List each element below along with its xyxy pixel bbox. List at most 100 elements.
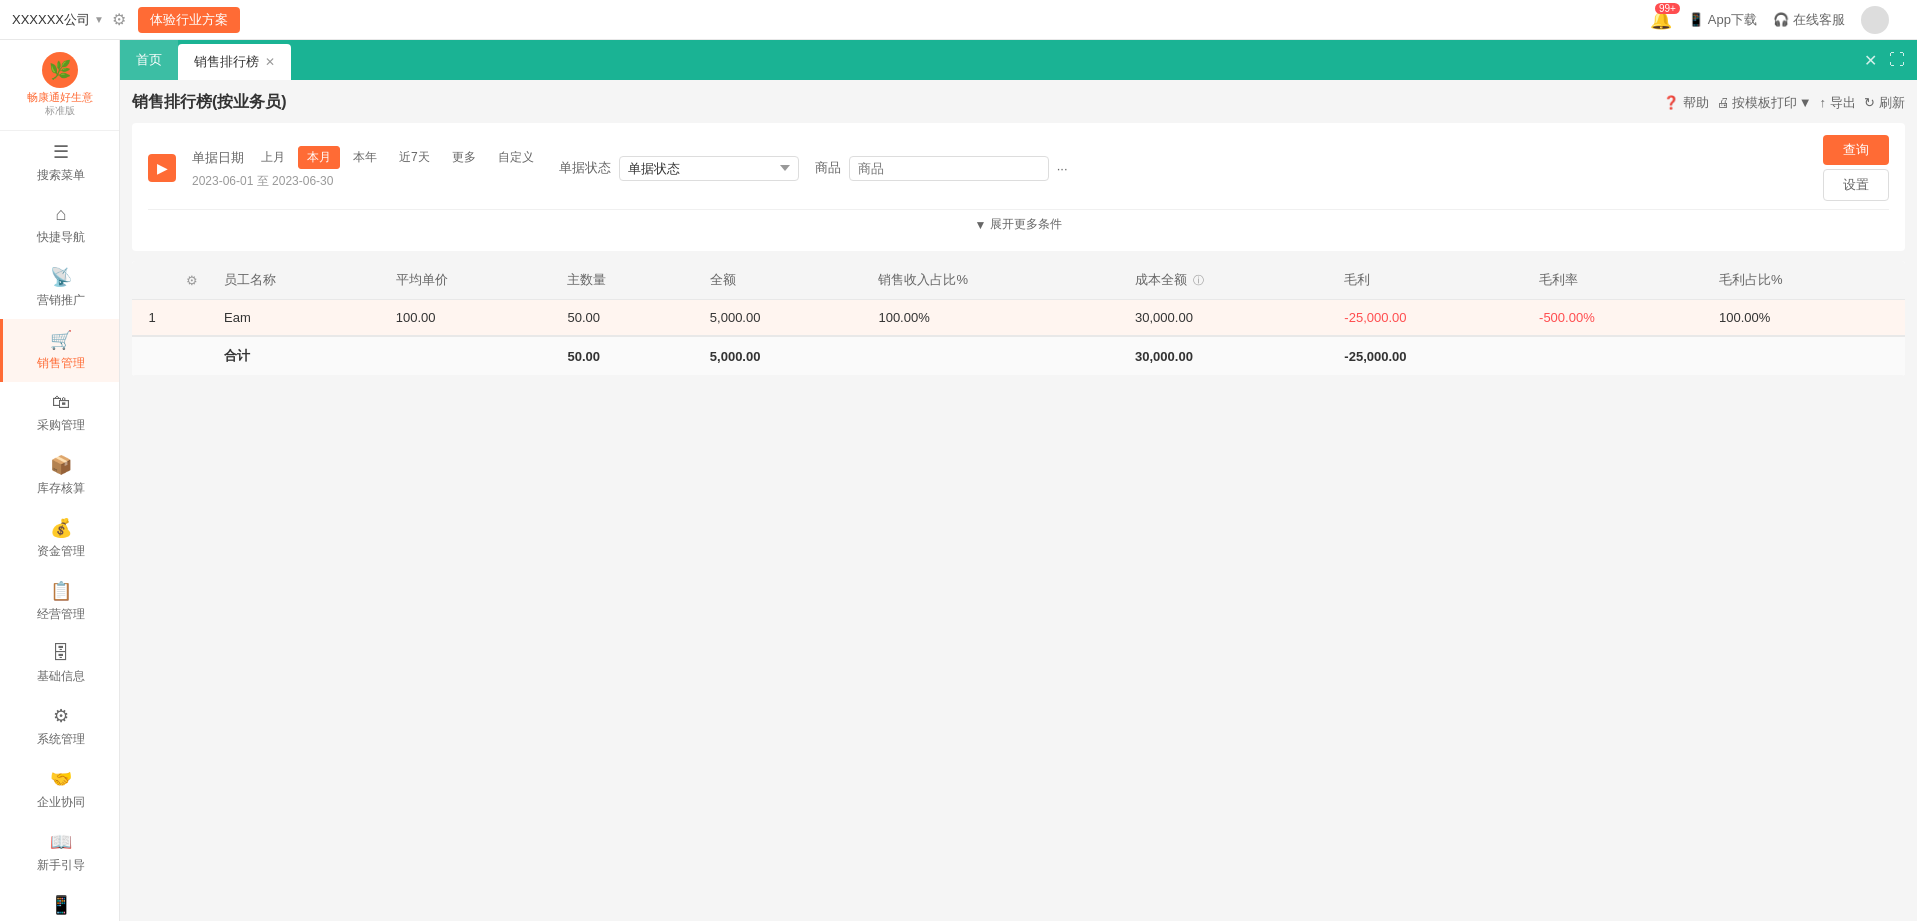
- action-btn-group: 查询 设置: [1823, 135, 1889, 201]
- settings-icon[interactable]: ⚙: [112, 10, 126, 29]
- company-selector[interactable]: XXXXXX公司 ▼: [12, 11, 104, 29]
- print-icon: 🖨: [1717, 95, 1730, 110]
- notification-area[interactable]: 🔔 99+: [1650, 9, 1672, 31]
- sidebar-item-finance[interactable]: 💰 资金管理: [0, 507, 119, 570]
- user-avatar[interactable]: [1861, 6, 1889, 34]
- sidebar-item-inventory[interactable]: 📦 库存核算: [0, 444, 119, 507]
- goods-filter-label: 商品: [815, 159, 841, 177]
- date-filter-label: 单据日期: [192, 149, 244, 167]
- col-settings[interactable]: ⚙: [172, 261, 212, 300]
- export-icon: ↑: [1820, 95, 1827, 110]
- sidebar-label-marketing: 营销推广: [37, 292, 85, 309]
- sidebar-label-purchase: 采购管理: [37, 417, 85, 434]
- marketing-icon: 📡: [50, 266, 72, 288]
- newbie-icon: 📖: [50, 831, 72, 853]
- help-label: 帮助: [1683, 94, 1709, 112]
- sidebar: 🌿 畅康通好生意 标准版 ☰ 搜索菜单 ⌂ 快捷导航 📡 营销推广 🛒 销售管理…: [0, 40, 120, 921]
- more-filters-icon[interactable]: ···: [1057, 161, 1068, 176]
- table-footer-row: 合计 50.00 5,000.00 30,000.00 -25,000.00: [132, 336, 1905, 376]
- col-cost: 成本全额 ⓘ: [1123, 261, 1332, 300]
- sidebar-item-shortcut[interactable]: ⌂ 快捷导航: [0, 194, 119, 256]
- sidebar-label-finance: 资金管理: [37, 543, 85, 560]
- filter-expand-arrow[interactable]: ▶: [148, 154, 176, 182]
- sidebar-label-system: 系统管理: [37, 731, 85, 748]
- tab-home[interactable]: 首页: [120, 40, 178, 80]
- sidebar-item-search[interactable]: ☰ 搜索菜单: [0, 131, 119, 194]
- cell-cost: 30,000.00: [1123, 300, 1332, 337]
- footer-profit: -25,000.00: [1332, 336, 1527, 376]
- tab-sales-rank-label: 销售排行榜: [194, 53, 259, 71]
- tab-close-icon[interactable]: ✕: [265, 55, 275, 69]
- sidebar-item-sales[interactable]: 🛒 销售管理: [0, 319, 119, 382]
- logo-text: 畅康通好生意: [27, 90, 93, 104]
- sidebar-item-purchase[interactable]: 🛍 采购管理: [0, 382, 119, 444]
- sales-icon: 🛒: [50, 329, 72, 351]
- date-tab-prev[interactable]: 上月: [252, 146, 294, 169]
- logo-sub: 标准版: [45, 104, 75, 118]
- date-tab-year[interactable]: 本年: [344, 146, 386, 169]
- sidebar-item-operation[interactable]: 📋 经营管理: [0, 570, 119, 633]
- export-button[interactable]: ↑ 导出: [1820, 94, 1857, 112]
- notification-badge: 99+: [1655, 3, 1680, 14]
- help-button[interactable]: ❓ 帮助: [1663, 94, 1709, 112]
- table-container: ⚙ 员工名称 平均单价 主数量 全额 销售收入占比% 成本全额 ⓘ 毛利 毛利率…: [132, 261, 1905, 376]
- footer-avg-price: [384, 336, 556, 376]
- sidebar-label-collab: 企业协同: [37, 794, 85, 811]
- goods-filter-group: 商品 ···: [815, 156, 1068, 181]
- app-download-link[interactable]: 📱 App下载: [1688, 11, 1757, 29]
- sidebar-item-basic[interactable]: 🗄 基础信息: [0, 633, 119, 695]
- sidebar-label-newbie: 新手引导: [37, 857, 85, 874]
- sidebar-label-shortcut: 快捷导航: [37, 229, 85, 246]
- company-name: XXXXXX公司: [12, 11, 90, 29]
- appstore-icon: 📱: [50, 894, 72, 916]
- cell-settings: [172, 300, 212, 337]
- date-filter-group: 单据日期 上月 本月 本年 近7天 更多 自定义 2023-06-01 至 20…: [192, 146, 543, 190]
- home-icon: ⌂: [56, 204, 67, 225]
- chevron-down-icon: ▼: [975, 218, 987, 232]
- sidebar-item-newbie[interactable]: 📖 新手引导: [0, 821, 119, 884]
- cost-info-icon[interactable]: ⓘ: [1193, 274, 1204, 286]
- refresh-button[interactable]: ↻ 刷新: [1864, 94, 1905, 112]
- expand-filters-row[interactable]: ▼ 展开更多条件: [148, 209, 1889, 239]
- export-label: 导出: [1830, 94, 1856, 112]
- tab-sales-rank[interactable]: 销售排行榜 ✕: [178, 44, 291, 80]
- filter-area: ▶ 单据日期 上月 本月 本年 近7天 更多 自定义: [132, 123, 1905, 251]
- sidebar-label-basic: 基础信息: [37, 668, 85, 685]
- footer-profit-rate: [1527, 336, 1707, 376]
- status-select[interactable]: 单据状态: [619, 156, 799, 181]
- date-tab-7days[interactable]: 近7天: [390, 146, 439, 169]
- logo-icon: 🌿: [42, 52, 78, 88]
- footer-quantity: 50.00: [555, 336, 697, 376]
- sidebar-item-marketing[interactable]: 📡 营销推广: [0, 256, 119, 319]
- trial-button[interactable]: 体验行业方案: [138, 7, 240, 33]
- sidebar-item-system[interactable]: ⚙ 系统管理: [0, 695, 119, 758]
- cell-avg-price: 100.00: [384, 300, 556, 337]
- status-filter-label: 单据状态: [559, 159, 611, 177]
- sidebar-item-collab[interactable]: 🤝 企业协同: [0, 758, 119, 821]
- tab-close-all-button[interactable]: ✕: [1860, 47, 1881, 74]
- footer-sales-ratio: [866, 336, 1123, 376]
- print-button[interactable]: 🖨 按模板打印 ▼: [1717, 94, 1812, 112]
- col-quantity: 主数量: [555, 261, 697, 300]
- date-tab-custom[interactable]: 自定义: [489, 146, 543, 169]
- page-content: 销售排行榜(按业务员) ❓ 帮助 🖨 按模板打印 ▼ ↑ 导出: [120, 80, 1917, 921]
- cell-profit-ratio: 100.00%: [1707, 300, 1905, 337]
- basic-icon: 🗄: [52, 643, 70, 664]
- date-tabs: 上月 本月 本年 近7天 更多 自定义: [252, 146, 543, 169]
- mobile-icon: 📱: [1688, 12, 1704, 27]
- footer-profit-ratio: [1707, 336, 1905, 376]
- page-header: 销售排行榜(按业务员) ❓ 帮助 🖨 按模板打印 ▼ ↑ 导出: [132, 92, 1905, 113]
- top-bar: XXXXXX公司 ▼ ⚙ 体验行业方案 🔔 99+ 📱 App下载 🎧 在线客服: [0, 0, 1917, 40]
- data-table: ⚙ 员工名称 平均单价 主数量 全额 销售收入占比% 成本全额 ⓘ 毛利 毛利率…: [132, 261, 1905, 376]
- query-button[interactable]: 查询: [1823, 135, 1889, 165]
- online-service-link[interactable]: 🎧 在线客服: [1773, 11, 1845, 29]
- goods-input[interactable]: [849, 156, 1049, 181]
- sidebar-item-appstore[interactable]: 📱 应用中心: [0, 884, 119, 921]
- date-tab-more[interactable]: 更多: [443, 146, 485, 169]
- date-tab-curr[interactable]: 本月: [298, 146, 340, 169]
- tab-maximize-button[interactable]: ⛶: [1885, 47, 1909, 73]
- help-icon: ❓: [1663, 95, 1679, 110]
- content-area: 首页 销售排行榜 ✕ ✕ ⛶ 销售排行榜(按业务员) ❓ 帮助: [120, 40, 1917, 921]
- filter-settings-button[interactable]: 设置: [1823, 169, 1889, 201]
- col-sales-ratio: 销售收入占比%: [866, 261, 1123, 300]
